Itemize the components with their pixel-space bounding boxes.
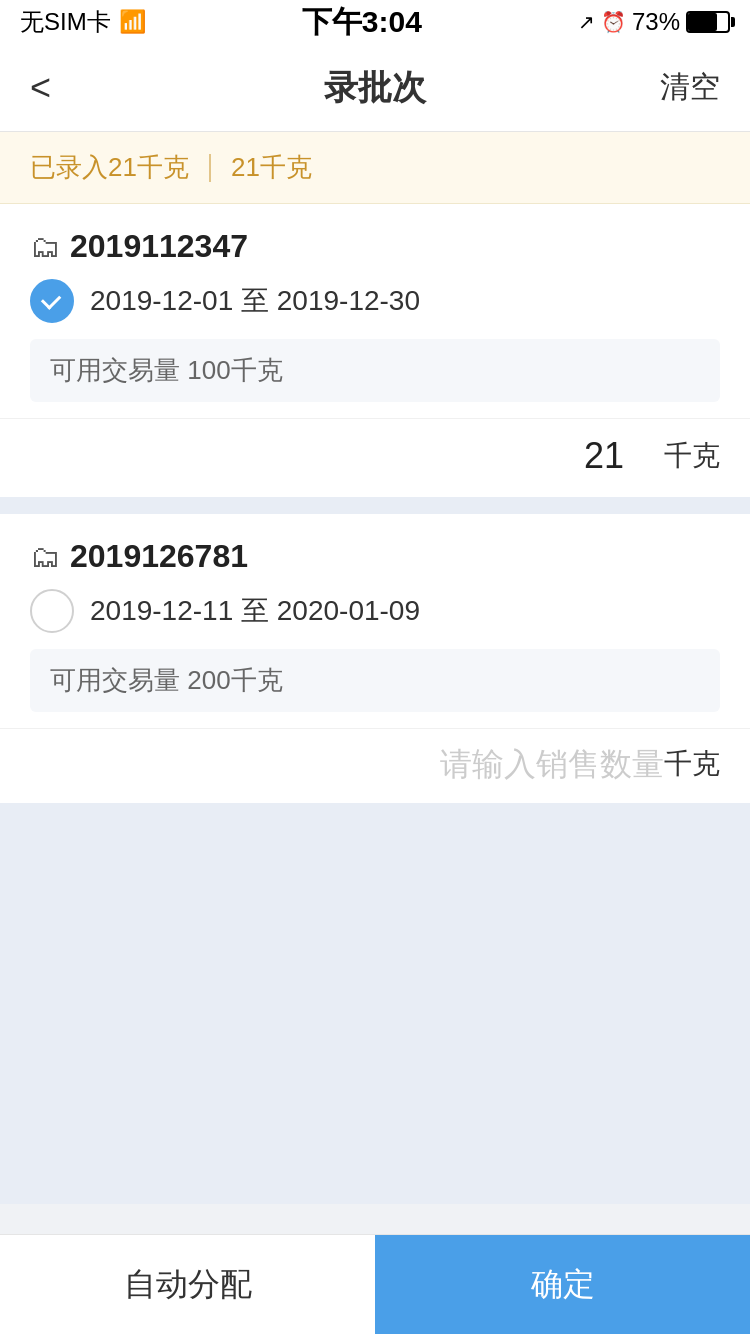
battery-percent: 73% bbox=[632, 8, 680, 36]
batch1-radio[interactable] bbox=[30, 279, 74, 323]
status-time: 下午3:04 bbox=[302, 2, 422, 43]
batch1-id: 2019112347 bbox=[70, 228, 248, 265]
recorded-label: 已录入21千克 bbox=[30, 150, 189, 185]
batch2-doc-icon: 🗂 bbox=[30, 540, 60, 574]
batch1-quantity-row: 21 千克 bbox=[0, 418, 750, 497]
alarm-icon: ⏰ bbox=[601, 10, 626, 34]
auto-distribute-label: 自动分配 bbox=[124, 1263, 252, 1307]
batch2-date-row: 2019-12-11 至 2020-01-09 bbox=[30, 589, 720, 633]
auto-distribute-button[interactable]: 自动分配 bbox=[0, 1235, 375, 1334]
batch2-unit: 千克 bbox=[664, 745, 720, 783]
confirm-button[interactable]: 确定 bbox=[375, 1235, 750, 1334]
batch1-header: 🗂 2019112347 bbox=[30, 228, 720, 265]
batch2-quantity-input[interactable] bbox=[30, 746, 664, 783]
status-right: ↗ ⏰ 73% bbox=[578, 8, 730, 36]
batch1-date-row: 2019-12-01 至 2019-12-30 bbox=[30, 279, 720, 323]
batch2-quantity-row: 千克 bbox=[0, 728, 750, 803]
wifi-icon: 📶 bbox=[119, 9, 146, 35]
batch1-quantity-value: 21 bbox=[584, 435, 624, 477]
batch2-date: 2019-12-11 至 2020-01-09 bbox=[90, 592, 420, 630]
batch2-available: 可用交易量 200千克 bbox=[30, 649, 720, 712]
battery-icon bbox=[686, 11, 730, 33]
batch1-card: 🗂 2019112347 2019-12-01 至 2019-12-30 可用交… bbox=[0, 204, 750, 498]
status-bar: 无SIM卡 📶 下午3:04 ↗ ⏰ 73% bbox=[0, 0, 750, 44]
confirm-label: 确定 bbox=[531, 1263, 595, 1307]
page-title: 录批次 bbox=[324, 65, 426, 111]
recorded-value: 21千克 bbox=[231, 150, 312, 185]
batch2-id: 2019126781 bbox=[70, 538, 248, 575]
section-divider bbox=[0, 498, 750, 514]
batch1-unit: 千克 bbox=[664, 437, 720, 475]
info-banner: 已录入21千克 21千克 bbox=[0, 132, 750, 204]
location-icon: ↗ bbox=[578, 10, 595, 34]
back-button[interactable]: < bbox=[30, 67, 90, 109]
batch2-header: 🗂 2019126781 bbox=[30, 538, 720, 575]
batch1-doc-icon: 🗂 bbox=[30, 230, 60, 264]
batch2-card: 🗂 2019126781 2019-12-11 至 2020-01-09 可用交… bbox=[0, 514, 750, 804]
banner-divider bbox=[209, 154, 211, 182]
batch2-inner: 🗂 2019126781 2019-12-11 至 2020-01-09 可用交… bbox=[0, 514, 750, 712]
bottom-bar: 自动分配 确定 bbox=[0, 1234, 750, 1334]
batch2-radio[interactable] bbox=[30, 589, 74, 633]
status-left: 无SIM卡 📶 bbox=[20, 6, 146, 38]
clear-button[interactable]: 清空 bbox=[660, 67, 720, 108]
batch1-date: 2019-12-01 至 2019-12-30 bbox=[90, 282, 420, 320]
batch1-available: 可用交易量 100千克 bbox=[30, 339, 720, 402]
nav-bar: < 录批次 清空 bbox=[0, 44, 750, 132]
carrier-text: 无SIM卡 bbox=[20, 6, 111, 38]
empty-area bbox=[0, 804, 750, 1204]
batch1-inner: 🗂 2019112347 2019-12-01 至 2019-12-30 可用交… bbox=[0, 204, 750, 402]
